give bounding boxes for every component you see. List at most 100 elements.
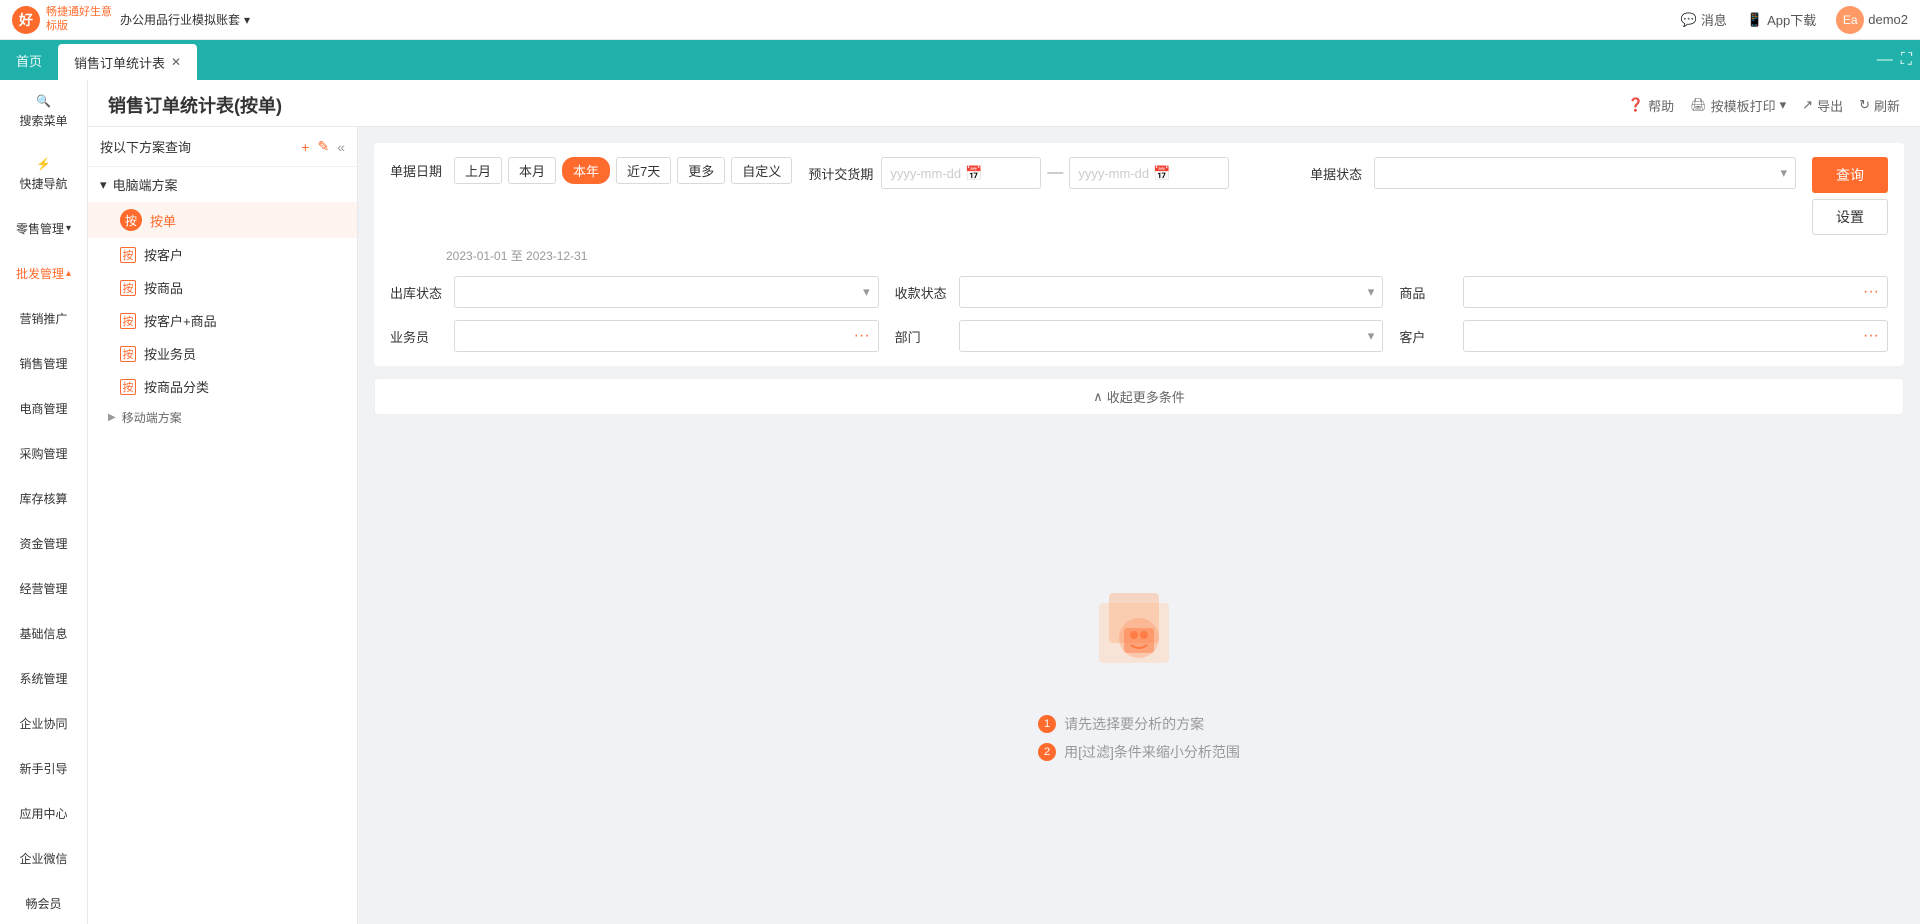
left-panel-header: 按以下方案查询 + ✎ «	[88, 127, 357, 167]
sidebar-item-appstore[interactable]: 应用中心	[0, 791, 87, 836]
sidebar-item-marketing[interactable]: 营销推广	[0, 296, 87, 341]
topbar-right: 💬 消息 📱 App下载 Ea demo2	[1681, 6, 1908, 34]
goods-dots[interactable]: ···	[1863, 283, 1879, 301]
status-select[interactable]: ▾	[1374, 157, 1796, 189]
scheme-icon-category: 按	[120, 379, 136, 395]
sidebar-item-ecommerce[interactable]: 电商管理	[0, 386, 87, 431]
tip-num-2: 2	[1038, 743, 1056, 761]
goods-input[interactable]: ···	[1463, 276, 1888, 308]
logo-icon: 好	[12, 6, 40, 34]
tab-home[interactable]: 首页	[0, 40, 58, 80]
expected-start-input[interactable]: yyyy-mm-dd 📅	[881, 157, 1041, 189]
export-icon: ↗	[1802, 97, 1813, 113]
print-chevron-icon: ▾	[1780, 97, 1787, 113]
date-range-display: 2023-01-01 至 2023-12-31	[446, 247, 587, 264]
setting-button[interactable]: 设置	[1812, 199, 1888, 235]
delivery-status-select[interactable]: ▾	[454, 276, 879, 308]
goods-label: 商品	[1399, 283, 1455, 302]
page-title: 销售订单统计表(按单)	[108, 92, 282, 118]
sidebar-item-sales[interactable]: 销售管理	[0, 341, 87, 386]
customer-dots[interactable]: ···	[1863, 327, 1879, 345]
sidebar-item-basic[interactable]: 基础信息	[0, 611, 87, 656]
maximize-icon[interactable]: ⛶	[1901, 51, 1912, 69]
sidebar-item-purchase[interactable]: 采购管理	[0, 431, 87, 476]
date-filter-group: 上月 本月 本年 近7天 更多 自定义	[454, 157, 792, 184]
sidebar-item-member[interactable]: 畅会员	[0, 881, 87, 924]
edit-scheme-button[interactable]: ✎	[317, 138, 329, 155]
topbar: 好 畅捷通好生意 标版 办公用品行业模拟账套 ▾ 💬 消息 📱 App下载 Ea…	[0, 0, 1920, 40]
sidebar-item-system[interactable]: 系统管理	[0, 656, 87, 701]
export-button[interactable]: ↗ 导出	[1802, 96, 1843, 115]
close-icon[interactable]: ✕	[171, 55, 181, 69]
scheme-icon-goods: 按	[120, 280, 136, 296]
sidebar-item-wechat[interactable]: 企业微信	[0, 836, 87, 881]
desktop-scheme-arrow: ▾	[100, 177, 107, 193]
date-separator: —	[1047, 164, 1063, 182]
help-icon: ❓	[1628, 97, 1644, 113]
collapse-bar[interactable]: ∧ 收起更多条件	[374, 378, 1904, 415]
status-label: 单据状态	[1310, 164, 1366, 183]
sidebar-item-operations[interactable]: 经营管理	[0, 566, 87, 611]
tabbar-actions: — ⛶	[1877, 51, 1920, 69]
scheme-item-by-salesman[interactable]: 按 按业务员	[88, 337, 357, 370]
help-button[interactable]: ❓ 帮助	[1628, 96, 1674, 115]
department-select[interactable]: ▾	[959, 320, 1384, 352]
shortcut-icon: ⚡	[36, 157, 51, 171]
refresh-button[interactable]: ↻ 刷新	[1859, 96, 1900, 115]
date-btn-custom[interactable]: 自定义	[731, 157, 792, 184]
scheme-item-by-category[interactable]: 按 按商品分类	[88, 370, 357, 403]
user-menu[interactable]: Ea demo2	[1836, 6, 1908, 34]
sidebar-item-shortcut[interactable]: ⚡ 快捷导航	[0, 143, 87, 206]
search-icon: 🔍	[36, 94, 51, 108]
sidebar-item-inventory[interactable]: 库存核算	[0, 476, 87, 521]
print-icon: 🖨	[1690, 97, 1707, 113]
collapse-icon: ∧	[1093, 389, 1103, 405]
mobile-scheme-group[interactable]: ▶ 移动端方案	[88, 403, 357, 432]
company-select[interactable]: 办公用品行业模拟账套 ▾	[120, 11, 250, 28]
logo-area: 好 畅捷通好生意 标版	[12, 6, 112, 34]
tab-sales-stat[interactable]: 销售订单统计表 ✕	[58, 44, 197, 80]
scheme-item-by-order[interactable]: 按 按单	[88, 202, 357, 238]
sidebar-item-search[interactable]: 🔍 搜索菜单	[0, 80, 87, 143]
desktop-scheme-group[interactable]: ▾ 电脑端方案	[88, 167, 357, 202]
app-download-button[interactable]: 📱 App下载	[1747, 10, 1816, 29]
date-btn-this-year[interactable]: 本年	[562, 157, 610, 184]
query-button[interactable]: 查询	[1812, 157, 1888, 193]
left-panel: 按以下方案查询 + ✎ « ▾ 电脑端方案 按 按单	[88, 127, 358, 924]
sidebar-item-wholesale[interactable]: 批发管理 ▴	[0, 251, 87, 296]
add-scheme-button[interactable]: +	[301, 139, 309, 155]
main-layout: 🔍 搜索菜单 ⚡ 快捷导航 零售管理 ▾ 批发管理 ▴ 营销推广 销售管理 电商…	[0, 80, 1920, 924]
empty-tip-2: 2 用[过滤]条件来缩小分析范围	[1038, 742, 1240, 762]
sidebar-item-newbie[interactable]: 新手引导	[0, 746, 87, 791]
scheme-item-by-goods[interactable]: 按 按商品	[88, 271, 357, 304]
customer-input[interactable]: ···	[1463, 320, 1888, 352]
scheme-item-by-customer[interactable]: 按 按客户	[88, 238, 357, 271]
date-label: 单据日期	[390, 161, 446, 180]
tip-num-1: 1	[1038, 715, 1056, 733]
print-button[interactable]: 🖨 按模板打印 ▾	[1690, 96, 1786, 115]
payment-status-select[interactable]: ▾	[959, 276, 1384, 308]
date-btn-7days[interactable]: 近7天	[616, 157, 671, 184]
calendar-end-icon: 📅	[1153, 165, 1170, 182]
chevron-up-icon: ▴	[66, 268, 71, 279]
minimize-icon[interactable]: —	[1877, 51, 1893, 69]
right-panel: 单据日期 上月 本月 本年 近7天 更多 自定义 预计交货期	[358, 127, 1920, 924]
scheme-item-by-customer-goods[interactable]: 按 按客户+商品	[88, 304, 357, 337]
message-button[interactable]: 💬 消息	[1681, 10, 1727, 29]
scheme-icon-salesman: 按	[120, 346, 136, 362]
delivery-status-label: 出库状态	[390, 283, 446, 302]
salesman-input[interactable]: ···	[454, 320, 879, 352]
page-actions: ❓ 帮助 🖨 按模板打印 ▾ ↗ 导出 ↻ 刷新	[1628, 96, 1900, 115]
sidebar: 🔍 搜索菜单 ⚡ 快捷导航 零售管理 ▾ 批发管理 ▴ 营销推广 销售管理 电商…	[0, 80, 88, 924]
sidebar-item-enterprise[interactable]: 企业协同	[0, 701, 87, 746]
expected-date-group: yyyy-mm-dd 📅 — yyyy-mm-dd 📅	[881, 157, 1229, 189]
collapse-panel-button[interactable]: «	[337, 139, 345, 155]
date-btn-this-month[interactable]: 本月	[508, 157, 556, 184]
sidebar-item-retail[interactable]: 零售管理 ▾	[0, 206, 87, 251]
expected-end-input[interactable]: yyyy-mm-dd 📅	[1069, 157, 1229, 189]
tabbar: 首页 销售订单统计表 ✕ — ⛶	[0, 40, 1920, 80]
salesman-dots[interactable]: ···	[854, 327, 870, 345]
sidebar-item-finance[interactable]: 资金管理	[0, 521, 87, 566]
date-btn-last-month[interactable]: 上月	[454, 157, 502, 184]
date-btn-more[interactable]: 更多	[677, 157, 725, 184]
